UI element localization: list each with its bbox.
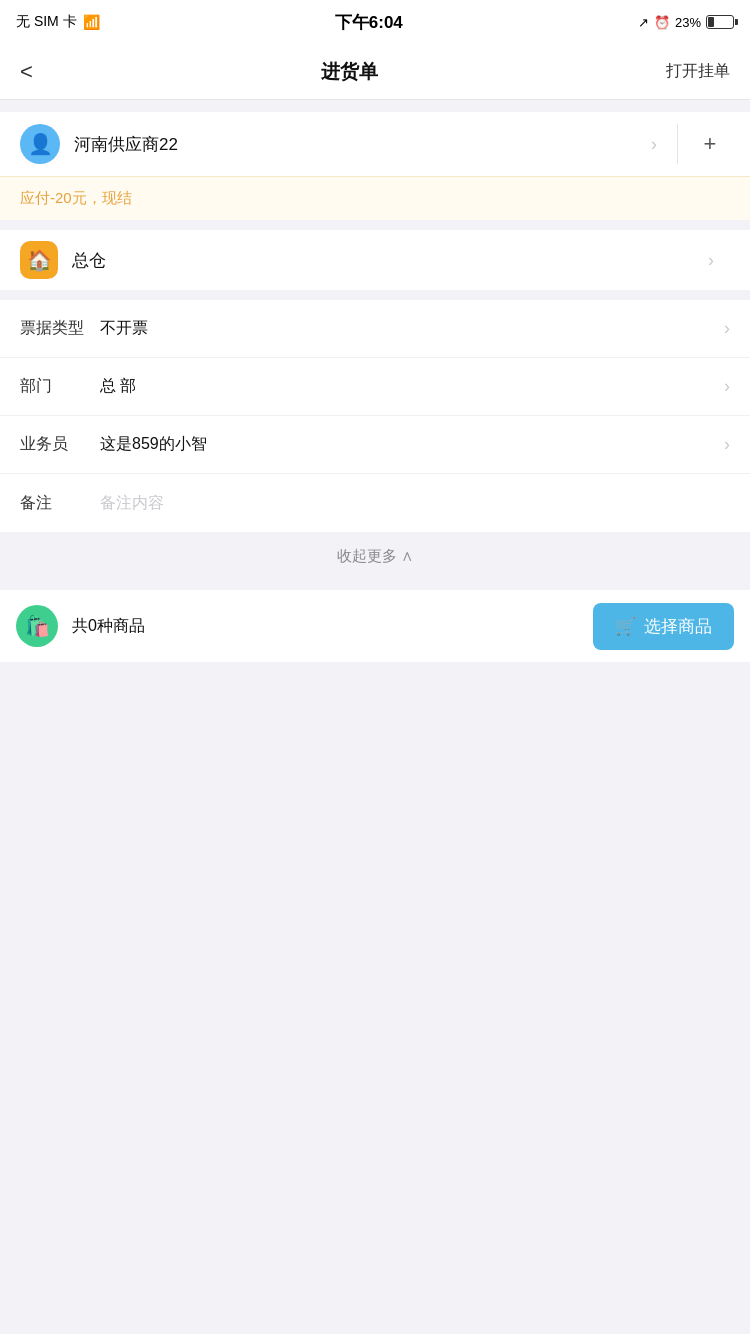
status-bar: 无 SIM 卡 📶 下午6:04 ↗ ⏰ 23%: [0, 0, 750, 44]
form-row-department[interactable]: 部门 总 部 ›: [0, 358, 750, 416]
carrier-label: 无 SIM 卡: [16, 13, 77, 31]
collapse-toggle[interactable]: 收起更多 ∧: [0, 533, 750, 580]
warehouse-icon: 🏠: [20, 241, 58, 279]
supplier-divider: [677, 124, 678, 164]
product-count: 共0种商品: [72, 616, 593, 637]
status-time: 下午6:04: [335, 11, 403, 34]
invoice-value: 不开票: [100, 318, 724, 339]
department-chevron-icon: ›: [724, 376, 730, 397]
select-product-icon: 🛒: [615, 616, 636, 637]
select-product-button[interactable]: 🛒 选择商品: [593, 603, 734, 650]
invoice-label: 票据类型: [20, 318, 100, 339]
add-icon: +: [704, 131, 717, 157]
product-bag-icon: 🛍️: [25, 614, 50, 638]
page-background: [0, 662, 750, 962]
bottom-bar: 🛍️ 共0种商品 🛒 选择商品: [0, 590, 750, 662]
alarm-icon: ⏰: [654, 15, 670, 30]
supplier-name: 河南供应商22: [74, 133, 651, 156]
supplier-row[interactable]: 👤 河南供应商22 › +: [0, 112, 750, 176]
warehouse-name: 总仓: [72, 249, 708, 272]
avatar-icon: 👤: [28, 132, 53, 156]
alert-text: 应付-20元，现结: [20, 189, 132, 206]
alert-row: 应付-20元，现结: [0, 176, 750, 220]
supplier-chevron-icon: ›: [651, 134, 657, 155]
invoice-chevron-icon: ›: [724, 318, 730, 339]
salesperson-value: 这是859的小智: [100, 434, 724, 455]
form-row-invoice[interactable]: 票据类型 不开票 ›: [0, 300, 750, 358]
salesperson-chevron-icon: ›: [724, 434, 730, 455]
battery-icon: [706, 15, 734, 29]
collapse-label: 收起更多 ∧: [337, 547, 413, 564]
section-gap-top: [0, 100, 750, 112]
supplier-add-button[interactable]: +: [690, 124, 730, 164]
salesperson-label: 业务员: [20, 434, 100, 455]
form-row-remark[interactable]: 备注 备注内容: [0, 474, 750, 532]
warehouse-row[interactable]: 🏠 总仓 ›: [0, 230, 750, 290]
supplier-avatar: 👤: [20, 124, 60, 164]
department-value: 总 部: [100, 376, 724, 397]
select-product-label: 选择商品: [644, 615, 712, 638]
battery-percentage: 23%: [675, 15, 701, 30]
form-row-salesperson[interactable]: 业务员 这是859的小智 ›: [0, 416, 750, 474]
remark-input[interactable]: 备注内容: [100, 493, 730, 514]
supplier-card: 👤 河南供应商22 › + 应付-20元，现结: [0, 112, 750, 220]
warehouse-chevron-icon: ›: [708, 250, 714, 271]
product-icon-wrap: 🛍️: [16, 605, 58, 647]
department-label: 部门: [20, 376, 100, 397]
nav-bar: < 进货单 打开挂单: [0, 44, 750, 100]
status-left: 无 SIM 卡 📶: [16, 13, 100, 31]
wifi-icon: 📶: [83, 14, 100, 30]
open-pending-button[interactable]: 打开挂单: [666, 61, 730, 82]
back-button[interactable]: <: [20, 59, 33, 85]
location-icon: ↗: [638, 15, 649, 30]
form-section: 票据类型 不开票 › 部门 总 部 › 业务员 这是859的小智 › 备注 备注…: [0, 300, 750, 532]
page-title: 进货单: [321, 59, 378, 85]
remark-label: 备注: [20, 493, 100, 514]
status-right: ↗ ⏰ 23%: [638, 15, 734, 30]
